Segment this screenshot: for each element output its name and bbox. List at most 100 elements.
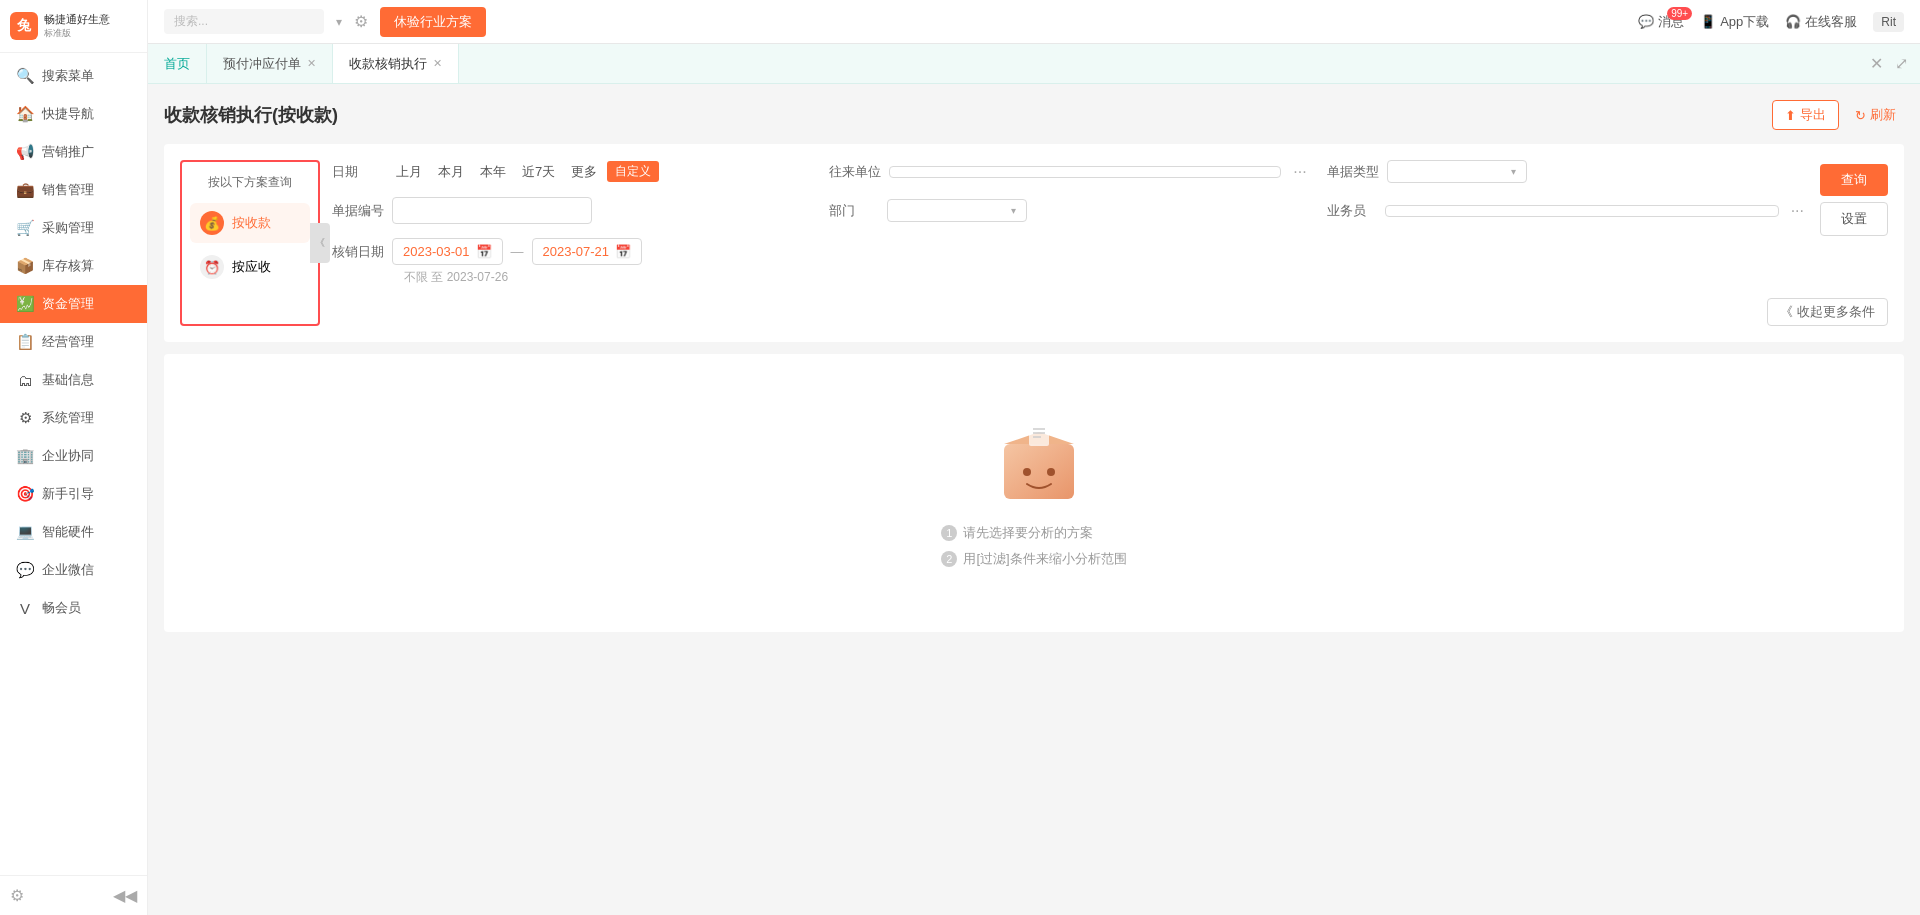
export-button[interactable]: ⬆ 导出 (1772, 100, 1839, 130)
form-row-3: 核销日期 2023-03-01 📅 — 2023-07-21 (332, 238, 1808, 286)
phone-icon: 📱 (1700, 14, 1716, 29)
counterparty-field: 往来单位 ··· (829, 163, 1310, 181)
sidebar-item-wechat[interactable]: 💬 企业微信 (0, 551, 147, 589)
date-7days[interactable]: 近7天 (516, 161, 561, 183)
tab-prepay[interactable]: 预付冲应付单 ✕ (207, 44, 333, 83)
form-row-1: 日期 上月 本月 本年 近7天 更多 自定义 (332, 160, 1808, 183)
staff-more-icon[interactable]: ··· (1787, 202, 1808, 220)
online-service-button[interactable]: 🎧 在线客服 (1785, 13, 1857, 31)
tab-close-icon[interactable]: ✕ (1866, 50, 1887, 77)
page-actions: ⬆ 导出 ↻ 刷新 (1772, 100, 1904, 130)
tab-home-label: 首页 (164, 55, 190, 73)
app-logo: 兔 畅捷通好生意 标准版 (0, 0, 147, 53)
dept-arrow-icon: ▾ (1011, 205, 1016, 216)
enterprise-icon: 🏢 (16, 447, 34, 465)
query-sidebar-collapse[interactable]: 《 (310, 223, 330, 263)
query-option-by-receivable[interactable]: ⏰ 按应收 (190, 247, 310, 287)
receivable-icon: ⏰ (200, 255, 224, 279)
sidebar-item-label: 经营管理 (42, 333, 94, 351)
collapse-sidebar-icon[interactable]: ◀◀ (113, 886, 137, 905)
refresh-button[interactable]: ↻ 刷新 (1847, 101, 1904, 129)
sidebar-bottom: ⚙ ◀◀ (0, 875, 147, 915)
topbar-dropdown-icon[interactable]: ▾ (336, 15, 342, 29)
logo-edition: 标准版 (44, 27, 110, 40)
sidebar-item-operations[interactable]: 📋 经营管理 (0, 323, 147, 361)
sidebar-item-label: 企业微信 (42, 561, 94, 579)
sidebar-item-sales[interactable]: 💼 销售管理 (0, 171, 147, 209)
writeoff-start-date[interactable]: 2023-03-01 📅 (392, 238, 503, 265)
sidebar-item-marketing[interactable]: 📢 营销推广 (0, 133, 147, 171)
tab-writeoff-close-icon[interactable]: ✕ (433, 57, 442, 70)
inventory-icon: 📦 (16, 257, 34, 275)
empty-text: 1 请先选择要分析的方案 2 用[过滤]条件来缩小分析范围 (941, 520, 1126, 572)
query-option-by-receipt[interactable]: 💰 按收款 (190, 203, 310, 243)
topbar-search-text: 搜索... (174, 13, 208, 30)
date-more[interactable]: 更多 (565, 161, 603, 183)
topbar-search-area[interactable]: 搜索... (164, 9, 324, 34)
sidebar-item-basic[interactable]: 🗂 基础信息 (0, 361, 147, 399)
sidebar-item-label: 基础信息 (42, 371, 94, 389)
date-custom[interactable]: 自定义 (607, 161, 659, 182)
date-last-month[interactable]: 上月 (390, 161, 428, 183)
query-panel: 按以下方案查询 💰 按收款 ⏰ 按应收 《 (164, 144, 1904, 342)
sidebar-item-label: 采购管理 (42, 219, 94, 237)
sidebar-item-shortcut[interactable]: 🏠 快捷导航 (0, 95, 147, 133)
dept-label: 部门 (829, 202, 879, 220)
marketing-icon: 📢 (16, 143, 34, 161)
purchase-icon: 🛒 (16, 219, 34, 237)
system-icon: ⚙ (16, 409, 34, 427)
industry-solution-button[interactable]: 休验行业方案 (380, 7, 486, 37)
counterparty-input[interactable] (889, 166, 1281, 178)
tab-prepay-close-icon[interactable]: ✕ (307, 57, 316, 70)
empty-hint-1: 1 请先选择要分析的方案 (941, 520, 1126, 546)
writeoff-end-date[interactable]: 2023-07-21 📅 (532, 238, 643, 265)
date-this-month[interactable]: 本月 (432, 161, 470, 183)
logo-icon: 兔 (10, 12, 38, 40)
logo-name: 畅捷通好生意 (44, 12, 110, 26)
tab-home[interactable]: 首页 (148, 44, 207, 83)
basic-icon: 🗂 (16, 372, 34, 389)
date-this-year[interactable]: 本年 (474, 161, 512, 183)
user-menu[interactable]: Rit (1873, 12, 1904, 32)
topbar-gear-icon[interactable]: ⚙ (354, 12, 368, 31)
sidebar-item-newbie[interactable]: 🎯 新手引导 (0, 475, 147, 513)
sidebar-item-enterprise[interactable]: 🏢 企业协同 (0, 437, 147, 475)
app-download-label: App下载 (1720, 13, 1769, 31)
sidebar-item-purchase[interactable]: 🛒 采购管理 (0, 209, 147, 247)
sidebar-item-hardware[interactable]: 💻 智能硬件 (0, 513, 147, 551)
tab-writeoff[interactable]: 收款核销执行 ✕ (333, 44, 459, 83)
date-field: 日期 上月 本月 本年 近7天 更多 自定义 (332, 161, 813, 183)
staff-label: 业务员 (1327, 202, 1377, 220)
doc-no-input[interactable] (392, 197, 592, 224)
receivable-option-label: 按应收 (232, 258, 271, 276)
sidebar-item-inventory[interactable]: 📦 库存核算 (0, 247, 147, 285)
sidebar-item-vip[interactable]: V 畅会员 (0, 589, 147, 627)
dept-select[interactable]: ▾ (887, 199, 1027, 222)
sidebar-item-search[interactable]: 🔍 搜索菜单 (0, 57, 147, 95)
receipt-option-label: 按收款 (232, 214, 271, 232)
refresh-label: 刷新 (1870, 106, 1896, 124)
collapse-conditions: 《 收起更多条件 (332, 298, 1888, 326)
settings-icon[interactable]: ⚙ (10, 886, 24, 905)
sidebar-item-finance[interactable]: 💹 资金管理 (0, 285, 147, 323)
collapse-conditions-button[interactable]: 《 收起更多条件 (1767, 298, 1888, 326)
query-buttons: 查询 设置 (1820, 160, 1888, 294)
app-download-button[interactable]: 📱 App下载 (1700, 13, 1769, 31)
empty-hint-2: 2 用[过滤]条件来缩小分析范围 (941, 546, 1126, 572)
staff-input[interactable] (1385, 205, 1779, 217)
setting-button[interactable]: 设置 (1820, 202, 1888, 236)
message-badge: 99+ (1667, 7, 1692, 20)
doc-no-label: 单据编号 (332, 202, 384, 220)
query-button[interactable]: 查询 (1820, 164, 1888, 196)
refresh-icon: ↻ (1855, 108, 1866, 123)
main-content: 搜索... ▾ ⚙ 休验行业方案 💬 消息 99+ 📱 App下载 🎧 在线客服… (148, 0, 1920, 915)
sidebar-item-label: 畅会员 (42, 599, 81, 617)
sidebar-item-system[interactable]: ⚙ 系统管理 (0, 399, 147, 437)
sidebar-item-label: 智能硬件 (42, 523, 94, 541)
finance-icon: 💹 (16, 295, 34, 313)
tab-expand-icon[interactable]: ⤢ (1891, 50, 1912, 77)
message-button[interactable]: 💬 消息 99+ (1638, 13, 1684, 31)
doc-type-select[interactable]: ▾ (1387, 160, 1527, 183)
empty-num-2: 2 (941, 551, 957, 567)
counterparty-more-icon[interactable]: ··· (1289, 163, 1310, 181)
